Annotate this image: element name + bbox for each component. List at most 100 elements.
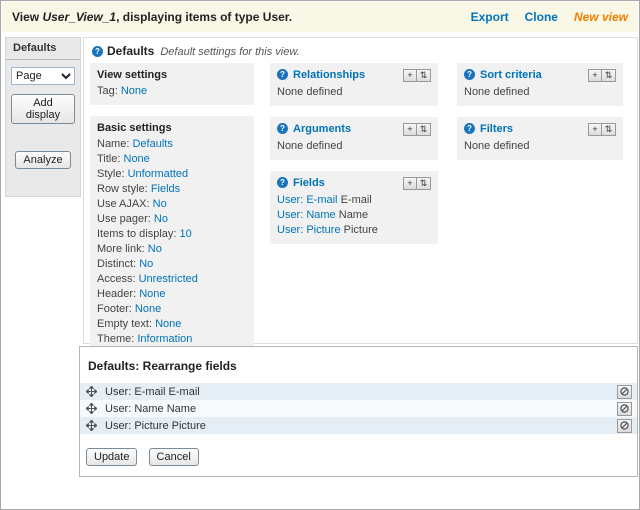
rearrange-row: User: Picture Picture	[80, 417, 637, 434]
remove-field-icon[interactable]	[617, 384, 632, 399]
fields-box: ? Fields + ⇅ User: E-mail E-mail User: N…	[270, 171, 438, 244]
arguments-title-link[interactable]: Arguments	[293, 123, 403, 135]
cancel-button[interactable]: Cancel	[148, 448, 199, 466]
drag-handle-icon[interactable]	[86, 386, 101, 397]
rearrange-panel: Defaults: Rearrange fields User: E-mail …	[79, 346, 638, 477]
relationships-empty: None defined	[277, 86, 343, 98]
title-prefix: View	[12, 10, 43, 24]
help-icon[interactable]: ?	[277, 177, 288, 188]
setting-value-link[interactable]: None	[139, 288, 165, 300]
fields-title-link[interactable]: Fields	[293, 177, 403, 189]
rearrange-icon[interactable]: ⇅	[417, 69, 431, 82]
box-actions: + ⇅	[588, 123, 616, 136]
basic-settings-title: Basic settings	[97, 122, 172, 134]
remove-field-icon[interactable]	[617, 401, 632, 416]
relationships-title-link[interactable]: Relationships	[293, 69, 403, 81]
add-icon[interactable]: +	[588, 123, 602, 136]
drag-handle-icon[interactable]	[86, 420, 101, 431]
sort-criteria-title-link[interactable]: Sort criteria	[480, 69, 588, 81]
view-name: User_View_1	[42, 10, 117, 24]
field-label: E-mail	[337, 194, 372, 206]
display-tab-defaults[interactable]: Defaults	[6, 38, 80, 60]
add-icon[interactable]: +	[588, 69, 602, 82]
add-icon[interactable]: +	[403, 123, 417, 136]
relationships-box: ? Relationships + ⇅ None defined	[270, 63, 438, 106]
help-icon[interactable]: ?	[277, 69, 288, 80]
field-line: User: E-mail E-mail	[277, 193, 431, 208]
remove-field-icon[interactable]	[617, 418, 632, 433]
setting-value-link[interactable]: Unformatted	[128, 168, 189, 180]
setting-value-link[interactable]: Information	[137, 333, 192, 345]
setting-label: Use pager:	[97, 213, 151, 225]
rearrange-icon[interactable]: ⇅	[602, 69, 616, 82]
new-view-link[interactable]: New view	[574, 10, 628, 24]
setting-line: Name: Defaults	[97, 137, 247, 152]
setting-label: Header:	[97, 288, 137, 300]
field-link[interactable]: User: Name	[277, 209, 336, 221]
view-settings-title: View settings	[97, 69, 168, 81]
setting-label: Style:	[97, 168, 125, 180]
sort-criteria-box: ? Sort criteria + ⇅ None defined	[457, 63, 623, 106]
field-link[interactable]: User: E-mail	[277, 194, 338, 206]
setting-value-link[interactable]: None	[135, 303, 161, 315]
add-display-button[interactable]: Add display	[11, 94, 75, 124]
field-link[interactable]: User: Picture	[277, 224, 341, 236]
header-bar: View User_View_1, displaying items of ty…	[2, 2, 638, 32]
setting-value-link[interactable]: None	[124, 153, 150, 165]
setting-value-link[interactable]: Fields	[151, 183, 180, 195]
help-icon[interactable]: ?	[464, 69, 475, 80]
export-link[interactable]: Export	[471, 10, 509, 24]
setting-line: Items to display: 10	[97, 227, 247, 242]
setting-line: Style: Unformatted	[97, 167, 247, 182]
add-icon[interactable]: +	[403, 69, 417, 82]
setting-label: Title:	[97, 153, 121, 165]
rearrange-icon[interactable]: ⇅	[602, 123, 616, 136]
setting-value-link[interactable]: No	[139, 258, 153, 270]
box-actions: + ⇅	[403, 69, 431, 82]
setting-value-link[interactable]: No	[148, 243, 162, 255]
help-icon[interactable]: ?	[277, 123, 288, 134]
setting-label: Use AJAX:	[97, 198, 150, 210]
rearrange-icon[interactable]: ⇅	[417, 123, 431, 136]
help-icon[interactable]: ?	[92, 46, 103, 57]
help-icon[interactable]: ?	[464, 123, 475, 134]
setting-value-link[interactable]: None	[121, 85, 147, 97]
setting-value-link[interactable]: Defaults	[132, 138, 172, 150]
arguments-box: ? Arguments + ⇅ None defined	[270, 117, 438, 160]
box-actions: + ⇅	[403, 177, 431, 190]
setting-value-link[interactable]: 10	[180, 228, 192, 240]
analyze-button[interactable]: Analyze	[15, 151, 71, 169]
setting-label: Distinct:	[97, 258, 137, 270]
clone-link[interactable]: Clone	[525, 10, 558, 24]
setting-value-link[interactable]: No	[154, 213, 168, 225]
setting-line: Header: None	[97, 287, 247, 302]
add-icon[interactable]: +	[403, 177, 417, 190]
drag-handle-icon[interactable]	[86, 403, 101, 414]
field-line: User: Picture Picture	[277, 223, 431, 238]
field-line: User: Name Name	[277, 208, 431, 223]
filters-empty: None defined	[464, 140, 530, 152]
rearrange-row-label: User: Picture Picture	[105, 419, 206, 432]
setting-value-link[interactable]: Unrestricted	[139, 273, 198, 285]
display-type-select[interactable]: Page	[11, 67, 75, 85]
rearrange-title: Defaults: Rearrange fields	[88, 359, 237, 373]
display-sidebar: Defaults Page Add display Analyze	[5, 37, 81, 197]
rearrange-icon[interactable]: ⇅	[417, 177, 431, 190]
rearrange-row: User: E-mail E-mail	[80, 383, 637, 400]
setting-line: Row style: Fields	[97, 182, 247, 197]
setting-line: Use pager: No	[97, 212, 247, 227]
rearrange-row: User: Name Name	[80, 400, 637, 417]
setting-label: Items to display:	[97, 228, 177, 240]
page-title: View User_View_1, displaying items of ty…	[12, 10, 292, 24]
setting-label: Tag:	[97, 85, 118, 97]
rearrange-row-label: User: Name Name	[105, 402, 197, 415]
main-settings-panel: ? Defaults Default settings for this view.…	[83, 37, 638, 353]
sidebar-body: Page Add display Analyze	[6, 60, 80, 176]
setting-line: Empty text: None	[97, 317, 247, 332]
update-button[interactable]: Update	[86, 448, 138, 466]
column-settings: View settings Tag: None Basic settings N…	[90, 63, 254, 364]
setting-value-link[interactable]: None	[155, 318, 181, 330]
setting-value-link[interactable]: No	[153, 198, 167, 210]
setting-label: Row style:	[97, 183, 148, 195]
filters-title-link[interactable]: Filters	[480, 123, 588, 135]
